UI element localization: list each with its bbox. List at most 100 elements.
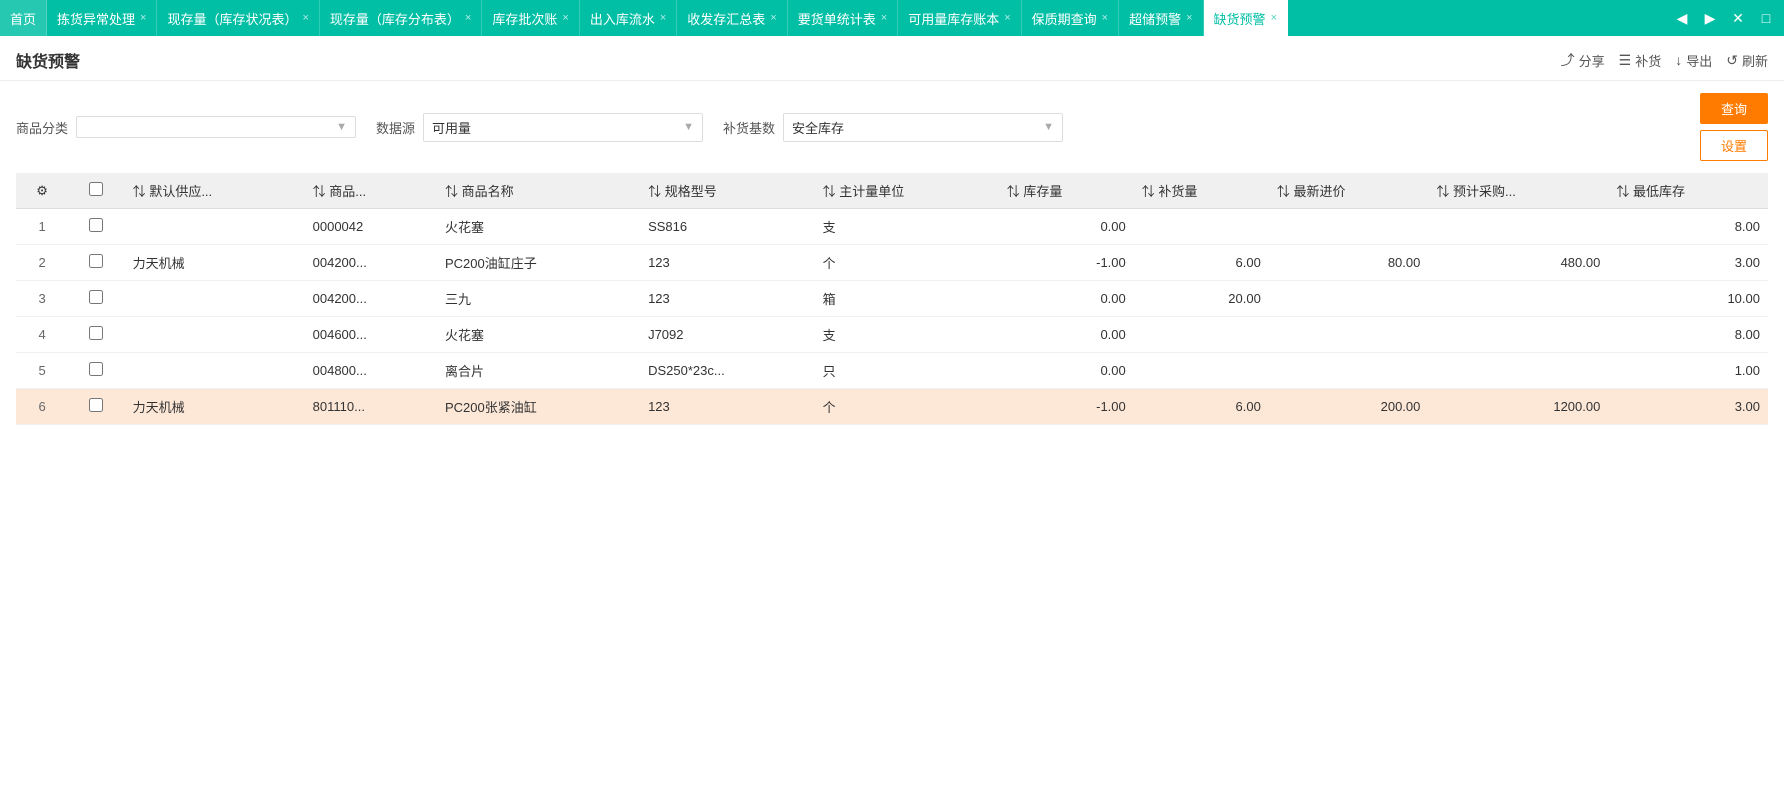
tab-inventory-status[interactable]: 现存量（库存状况表） × bbox=[157, 0, 319, 36]
tab-expiry-query[interactable]: 保质期查询 × bbox=[1022, 0, 1119, 36]
cell-min-stock: 3.00 bbox=[1608, 245, 1768, 281]
column-min-stock: ⇅ 最低库存 bbox=[1608, 173, 1768, 209]
tab-close-icon[interactable]: × bbox=[660, 12, 666, 24]
row-checkbox-cell[interactable] bbox=[68, 281, 125, 317]
datasource-select[interactable]: 可用量 ▼ bbox=[423, 113, 703, 142]
datasource-value: 可用量 bbox=[432, 118, 471, 137]
column-estimated-purchase: ⇅ 预计采购... bbox=[1428, 173, 1608, 209]
cell-min-stock: 3.00 bbox=[1608, 389, 1768, 425]
cell-goods-code: 004200... bbox=[305, 281, 437, 317]
cell-min-stock: 8.00 bbox=[1608, 209, 1768, 245]
table-row: 2 力天机械 004200... PC200油缸庄子 123 个 -1.00 6… bbox=[16, 245, 1768, 281]
cell-goods-name: 火花塞 bbox=[437, 317, 640, 353]
cell-unit: 支 bbox=[815, 317, 999, 353]
sort-icon: ⇅ bbox=[133, 184, 146, 199]
row-checkbox[interactable] bbox=[89, 218, 103, 232]
row-checkbox[interactable] bbox=[89, 398, 103, 412]
table-header-row: ⚙ ⇅ 默认供应... ⇅ 商品... ⇅ 商品名称 bbox=[16, 173, 1768, 209]
column-goods-code: ⇅ 商品... bbox=[305, 173, 437, 209]
tab-close-icon[interactable]: × bbox=[1102, 12, 1108, 24]
row-checkbox-cell[interactable] bbox=[68, 389, 125, 425]
cell-latest-price bbox=[1269, 317, 1429, 353]
page-container: 缺货预警 ⤴ 分享 ☰ 补货 ↓ 导出 ↺ 刷新 商品分类 bbox=[0, 36, 1784, 796]
tab-batch-account[interactable]: 库存批次账 × bbox=[482, 0, 579, 36]
sort-icon: ⇅ bbox=[1277, 184, 1290, 199]
table-row: 1 0000042 火花塞 SS816 支 0.00 8.00 bbox=[16, 209, 1768, 245]
tab-home[interactable]: 首页 bbox=[0, 0, 47, 36]
tab-close-icon[interactable]: × bbox=[1186, 12, 1192, 24]
tab-recv-summary[interactable]: 收发存汇总表 × bbox=[677, 0, 787, 36]
category-select[interactable]: ▼ bbox=[76, 116, 356, 138]
cell-spec: J7092 bbox=[640, 317, 815, 353]
cell-goods-name: 火花塞 bbox=[437, 209, 640, 245]
row-checkbox-cell[interactable] bbox=[68, 209, 125, 245]
nav-controls: ◀ ▶ ✕ □ bbox=[1668, 4, 1784, 32]
cell-unit: 支 bbox=[815, 209, 999, 245]
header-actions: ⤴ 分享 ☰ 补货 ↓ 导出 ↺ 刷新 bbox=[1561, 50, 1768, 70]
tab-close-icon[interactable]: × bbox=[1271, 12, 1277, 24]
cell-latest-price bbox=[1269, 281, 1429, 317]
column-stock: ⇅ 库存量 bbox=[999, 173, 1134, 209]
row-checkbox[interactable] bbox=[89, 290, 103, 304]
cell-default-supplier bbox=[125, 209, 305, 245]
gear-icon[interactable]: ⚙ bbox=[36, 183, 48, 198]
nav-prev-button[interactable]: ◀ bbox=[1668, 4, 1696, 32]
cell-stock: 0.00 bbox=[999, 317, 1134, 353]
cell-goods-code: 0000042 bbox=[305, 209, 437, 245]
cell-goods-code: 004800... bbox=[305, 353, 437, 389]
row-checkbox-cell[interactable] bbox=[68, 317, 125, 353]
cell-latest-price: 80.00 bbox=[1269, 245, 1429, 281]
select-all-checkbox[interactable] bbox=[89, 182, 103, 196]
tab-proc-exception[interactable]: 拣货异常处理 × bbox=[47, 0, 157, 36]
tab-overstock[interactable]: 超储预警 × bbox=[1119, 0, 1203, 36]
tab-close-icon[interactable]: × bbox=[302, 12, 308, 24]
row-checkbox[interactable] bbox=[89, 362, 103, 376]
tab-close-icon[interactable]: × bbox=[140, 12, 146, 24]
tab-close-icon[interactable]: × bbox=[562, 12, 568, 24]
cell-stock: -1.00 bbox=[999, 389, 1134, 425]
data-table: ⚙ ⇅ 默认供应... ⇅ 商品... ⇅ 商品名称 bbox=[16, 173, 1768, 425]
column-settings[interactable]: ⚙ bbox=[16, 173, 68, 209]
tab-close-icon[interactable]: × bbox=[770, 12, 776, 24]
query-button[interactable]: 查询 bbox=[1700, 93, 1768, 124]
cell-goods-code: 004600... bbox=[305, 317, 437, 353]
export-button[interactable]: ↓ 导出 bbox=[1675, 51, 1712, 70]
cell-latest-price bbox=[1269, 209, 1429, 245]
refresh-button[interactable]: ↺ 刷新 bbox=[1726, 51, 1768, 70]
row-num: 4 bbox=[16, 317, 68, 353]
share-button[interactable]: ⤴ 分享 bbox=[1561, 50, 1605, 70]
cell-default-supplier: 力天机械 bbox=[125, 245, 305, 281]
cell-goods-name: PC200油缸庄子 bbox=[437, 245, 640, 281]
replenish-button[interactable]: ☰ 补货 bbox=[1619, 51, 1662, 70]
share-icon: ⤴ bbox=[1561, 50, 1575, 70]
row-num: 3 bbox=[16, 281, 68, 317]
cell-replenish bbox=[1134, 353, 1269, 389]
filter-actions: 查询 设置 bbox=[1700, 93, 1768, 161]
cell-latest-price bbox=[1269, 353, 1429, 389]
tab-inventory-dist[interactable]: 现存量（库存分布表） × bbox=[320, 0, 482, 36]
sort-icon: ⇅ bbox=[313, 184, 326, 199]
cell-stock: -1.00 bbox=[999, 245, 1134, 281]
tab-avail-ledger[interactable]: 可用量库存账本 × bbox=[898, 0, 1021, 36]
tab-inout-flow[interactable]: 出入库流水 × bbox=[580, 0, 677, 36]
tab-stockout[interactable]: 缺货预警 × bbox=[1204, 0, 1288, 36]
tab-close-icon[interactable]: × bbox=[465, 12, 471, 24]
column-spec: ⇅ 规格型号 bbox=[640, 173, 815, 209]
cell-unit: 个 bbox=[815, 245, 999, 281]
row-checkbox-cell[interactable] bbox=[68, 353, 125, 389]
tab-demand-stat[interactable]: 要货单统计表 × bbox=[788, 0, 898, 36]
nav-close-button[interactable]: ✕ bbox=[1724, 4, 1752, 32]
settings-button[interactable]: 设置 bbox=[1700, 130, 1768, 161]
nav-next-button[interactable]: ▶ bbox=[1696, 4, 1724, 32]
nav-restore-button[interactable]: □ bbox=[1752, 4, 1780, 32]
row-checkbox[interactable] bbox=[89, 326, 103, 340]
tab-close-icon[interactable]: × bbox=[1004, 12, 1010, 24]
column-checkbox[interactable] bbox=[68, 173, 125, 209]
basis-select[interactable]: 安全库存 ▼ bbox=[783, 113, 1063, 142]
row-checkbox[interactable] bbox=[89, 254, 103, 268]
top-nav: 首页 拣货异常处理 × 现存量（库存状况表） × 现存量（库存分布表） × 库存… bbox=[0, 0, 1784, 36]
sort-icon: ⇅ bbox=[1007, 184, 1020, 199]
tab-close-icon[interactable]: × bbox=[881, 12, 887, 24]
row-checkbox-cell[interactable] bbox=[68, 245, 125, 281]
table-row: 5 004800... 离合片 DS250*23c... 只 0.00 1.00 bbox=[16, 353, 1768, 389]
